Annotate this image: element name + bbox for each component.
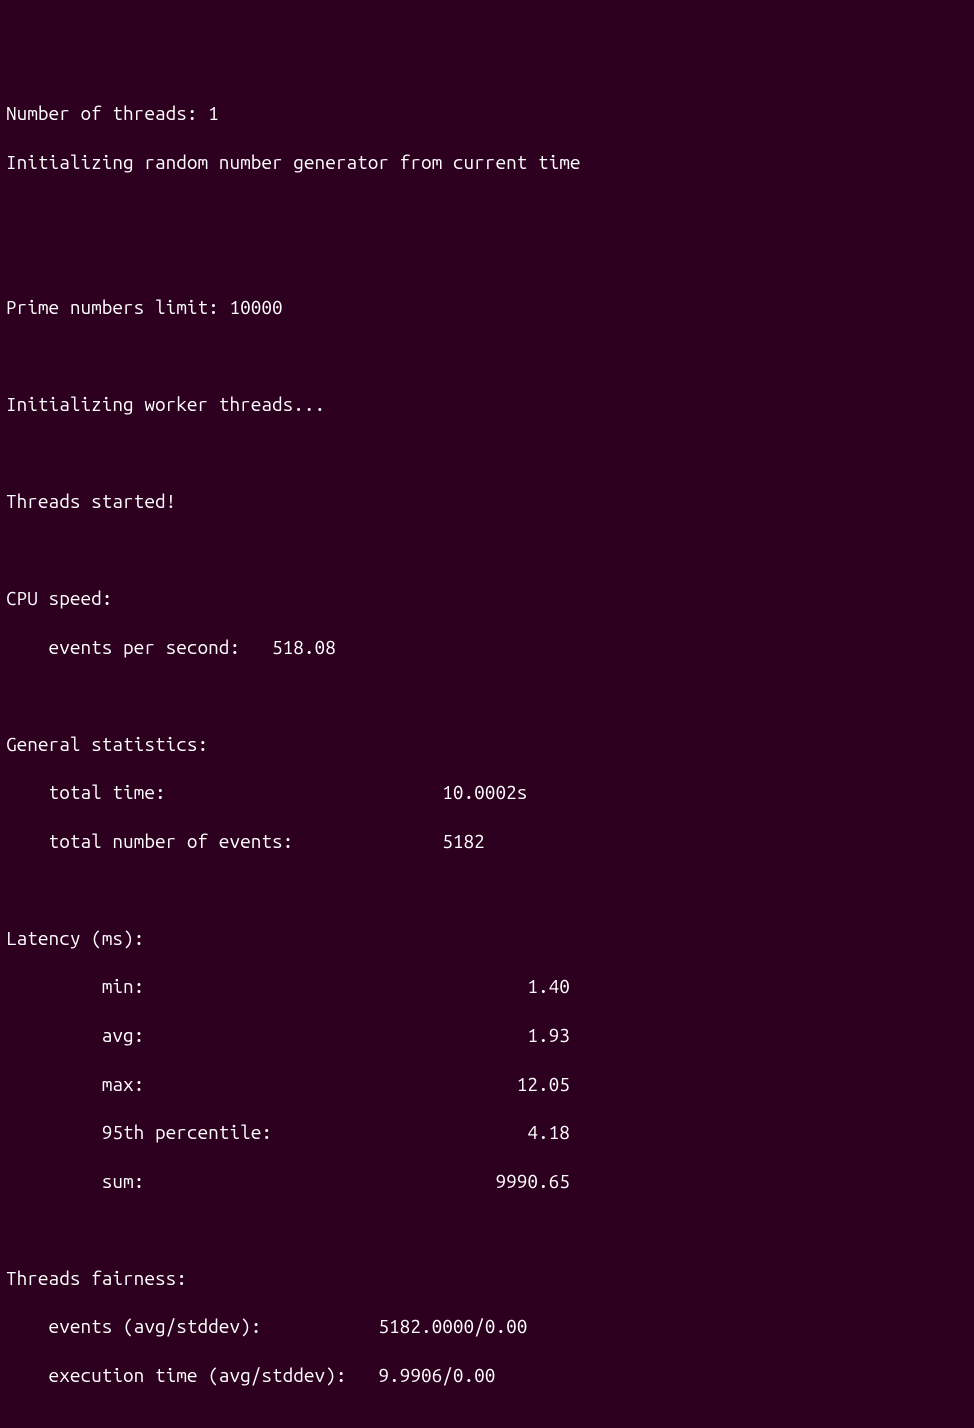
- output-line: events (avg/stddev): 5182.0000/0.00: [6, 1314, 968, 1338]
- output-line: [6, 199, 968, 223]
- output-line: Latency (ms):: [6, 926, 968, 950]
- output-line: Threads fairness:: [6, 1266, 968, 1290]
- output-line: [6, 683, 968, 707]
- output-line: total time: 10.0002s: [6, 780, 968, 804]
- output-line: execution time (avg/stddev): 9.9906/0.00: [6, 1363, 968, 1387]
- output-line: Initializing worker threads...: [6, 392, 968, 416]
- output-line: [6, 441, 968, 465]
- output-line: General statistics:: [6, 732, 968, 756]
- output-line: Initializing random number generator fro…: [6, 150, 968, 174]
- output-line: Number of threads: 1: [6, 101, 968, 125]
- output-line: [6, 1217, 968, 1241]
- output-line: 95th percentile: 4.18: [6, 1120, 968, 1144]
- output-line: sum: 9990.65: [6, 1169, 968, 1193]
- output-line: [6, 247, 968, 271]
- output-line: [6, 344, 968, 368]
- output-line: [6, 877, 968, 901]
- output-line: total number of events: 5182: [6, 829, 968, 853]
- output-line: avg: 1.93: [6, 1023, 968, 1047]
- output-line: min: 1.40: [6, 974, 968, 998]
- output-line: [6, 538, 968, 562]
- output-line: Prime numbers limit: 10000: [6, 295, 968, 319]
- output-line: [6, 1412, 968, 1428]
- output-line: Threads started!: [6, 489, 968, 513]
- output-line: events per second: 518.08: [6, 635, 968, 659]
- output-line: max: 12.05: [6, 1072, 968, 1096]
- output-line: CPU speed:: [6, 586, 968, 610]
